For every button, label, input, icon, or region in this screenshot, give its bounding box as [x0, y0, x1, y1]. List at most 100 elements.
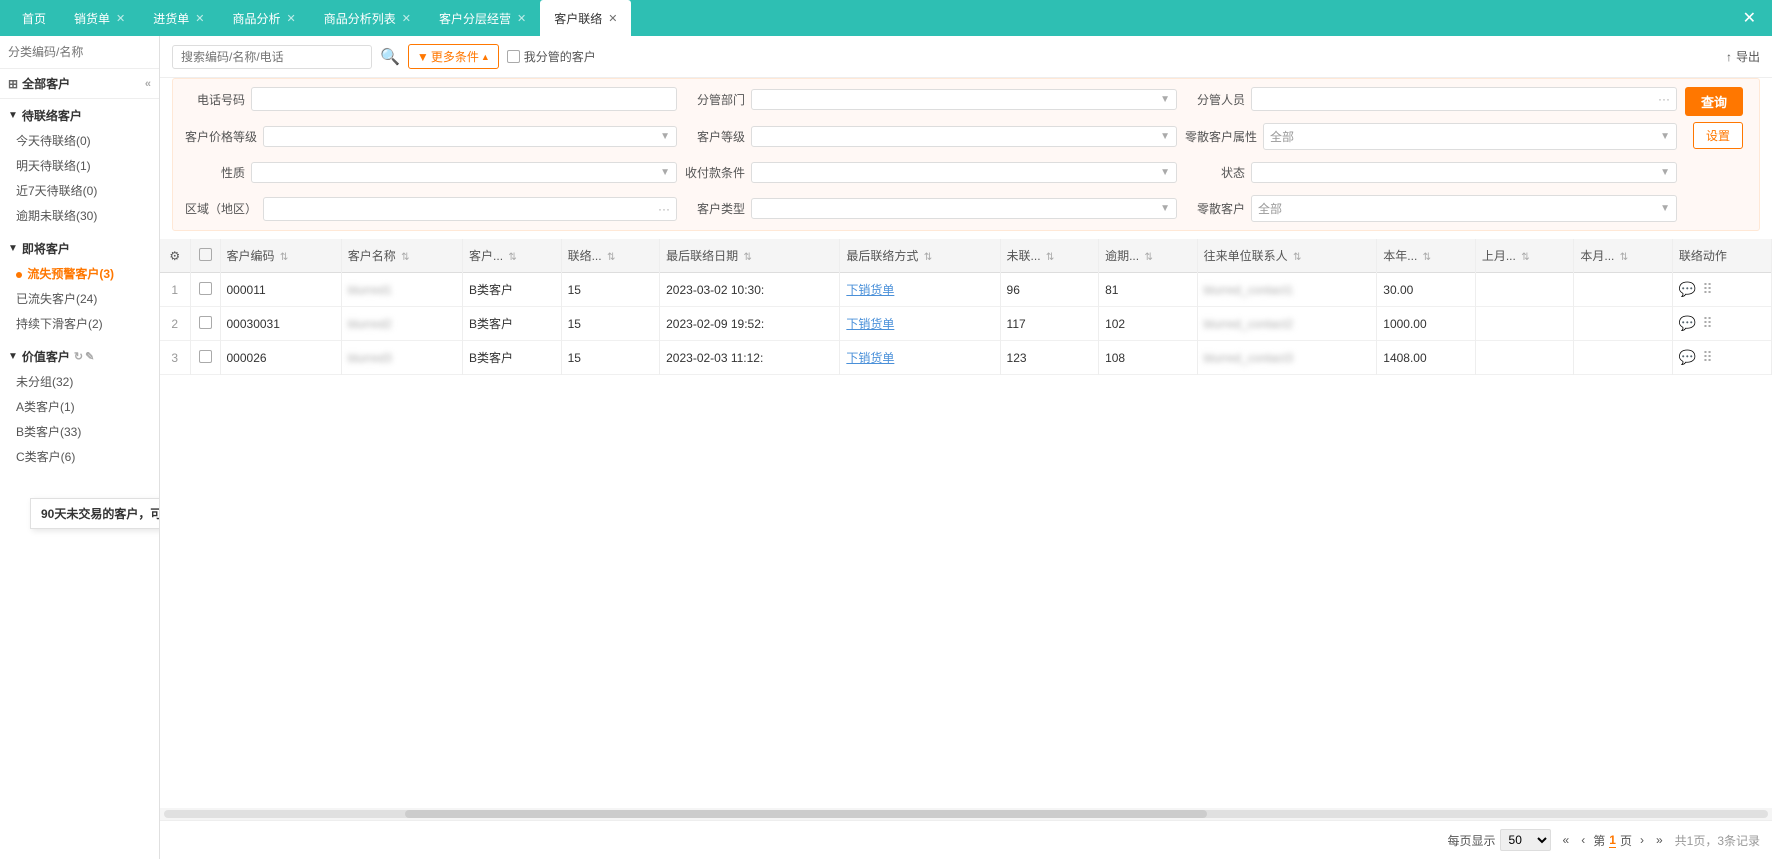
th-name[interactable]: 客户名称 ⇅	[341, 239, 462, 273]
tab-sales[interactable]: 销货单 ✕	[60, 0, 139, 36]
more-conditions-button[interactable]: ▼ 更多条件 ▲	[408, 44, 499, 69]
th-overdue[interactable]: 逾期... ⇅	[1099, 239, 1198, 273]
th-code[interactable]: 客户编码 ⇅	[220, 239, 341, 273]
th-last-contact-way[interactable]: 最后联络方式 ⇅	[840, 239, 1000, 273]
filter-row-3: 性质 ▼ 收付款条件 ▼	[185, 162, 1677, 183]
sidebar-item-class-c[interactable]: C类客户(6)	[0, 444, 159, 469]
sidebar-group-lost-header[interactable]: ▼ 即将客户	[0, 236, 159, 261]
row-checkbox-2[interactable]	[190, 341, 220, 375]
all-customers-header[interactable]: ⊞ 全部客户 «	[0, 69, 159, 99]
tab-customer-contact[interactable]: 客户联络 ✕	[540, 0, 631, 36]
sidebar-item-week[interactable]: 近7天待联络(0)	[0, 178, 159, 203]
first-page-button[interactable]: «	[1559, 831, 1574, 849]
tab-customer-tier[interactable]: 客户分层经营 ✕	[425, 0, 540, 36]
tab-purchase[interactable]: 进货单 ✕	[139, 0, 218, 36]
purchase-tab-close[interactable]: ✕	[195, 12, 204, 25]
value-group-label: 价值客户	[22, 348, 70, 365]
cust-tier-select[interactable]: ▼	[751, 126, 1177, 147]
assignee-select[interactable]: ···	[1251, 87, 1677, 111]
sidebar-search-input[interactable]	[8, 45, 160, 59]
th-last-month[interactable]: 上月... ⇅	[1475, 239, 1574, 273]
sidebar-item-overdue[interactable]: 逾期未联络(30)	[0, 203, 159, 228]
th-unit-contact[interactable]: 往来单位联系人 ⇅	[1197, 239, 1377, 273]
th-cust-level[interactable]: 客户... ⇅	[463, 239, 562, 273]
header-checkbox[interactable]	[199, 248, 212, 261]
customer-tier-tab-close[interactable]: ✕	[517, 12, 526, 25]
sidebar-item-today[interactable]: 今天待联络(0)	[0, 128, 159, 153]
row-last-contact-date-1: 2023-02-09 19:52:	[660, 307, 840, 341]
global-close-button[interactable]: ✕	[1735, 8, 1764, 28]
payment-select[interactable]: ▼	[751, 162, 1177, 183]
settings-button[interactable]: 设置	[1693, 122, 1743, 149]
tab-home[interactable]: 首页	[8, 0, 60, 36]
scrollbar-thumb[interactable]	[405, 810, 1207, 818]
row-checkbox-0[interactable]	[190, 273, 220, 307]
sidebar-item-class-b[interactable]: B类客户(33)	[0, 419, 159, 444]
action-chat-icon-1[interactable]: 💬	[1679, 315, 1696, 332]
sidebar-group-pending-header[interactable]: ▼ 待联络客户	[0, 103, 159, 128]
class-c-label: C类客户(6)	[16, 450, 75, 464]
row-checkbox-1[interactable]	[190, 307, 220, 341]
collapse-arrows-icon[interactable]: «	[145, 78, 151, 90]
th-last-contact-date[interactable]: 最后联络日期 ⇅	[660, 239, 840, 273]
row-action-1: 💬 ⠿	[1672, 307, 1771, 341]
price-tier-select[interactable]: ▼	[263, 126, 677, 147]
tab-analysis-list[interactable]: 商品分析列表 ✕	[310, 0, 425, 36]
my-customers-checkbox[interactable]	[507, 50, 520, 63]
nature-select[interactable]: ▼	[251, 162, 677, 183]
sidebar-item-ungroup[interactable]: 未分组(32)	[0, 369, 159, 394]
sidebar-group-value-header[interactable]: ▼ 价值客户 ↻ ✎	[0, 344, 159, 369]
sidebar-item-class-a[interactable]: A类客户(1)	[0, 394, 159, 419]
horizontal-scrollbar[interactable]	[160, 808, 1772, 820]
sidebar-item-churn-risk[interactable]: 流失预警客户(3) 90天未交易的客户，可能有流失风险。	[0, 261, 159, 286]
zero-cust-select[interactable]: 全部 ▼	[1251, 195, 1677, 222]
filter-buttons: 查询 设置	[1685, 87, 1747, 149]
value-refresh-icon[interactable]: ↻	[74, 350, 83, 363]
last-page-button[interactable]: »	[1652, 831, 1667, 849]
next-page-button[interactable]: ›	[1636, 831, 1648, 849]
region-select[interactable]: ···	[263, 197, 677, 221]
sales-tab-close[interactable]: ✕	[116, 12, 125, 25]
search-button[interactable]: 🔍	[380, 47, 400, 67]
total-info: 共1页，3条记录	[1675, 832, 1760, 849]
query-button[interactable]: 查询	[1685, 87, 1743, 116]
tab-analysis[interactable]: 商品分析 ✕	[218, 0, 309, 36]
status-select[interactable]: ▼	[1251, 162, 1677, 183]
th-contact[interactable]: 联络... ⇅	[561, 239, 660, 273]
my-customers-toggle[interactable]: 我分管的客户	[507, 48, 596, 65]
row-last-contact-way-0[interactable]: 下销货单	[840, 273, 1000, 307]
action-chat-icon-2[interactable]: 💬	[1679, 349, 1696, 366]
th-this-month[interactable]: 本月... ⇅	[1574, 239, 1673, 273]
analysis-list-tab-close[interactable]: ✕	[402, 12, 411, 25]
th-no-contact[interactable]: 未联... ⇅	[1000, 239, 1099, 273]
th-this-year[interactable]: 本年... ⇅	[1377, 239, 1476, 273]
analysis-tab-close[interactable]: ✕	[287, 12, 296, 25]
value-edit-icon[interactable]: ✎	[85, 350, 94, 363]
th-action-label: 联络动作	[1679, 249, 1727, 263]
cust-type-select[interactable]: ▼	[751, 198, 1177, 219]
action-more-icon-2[interactable]: ⠿	[1702, 349, 1712, 366]
dept-select[interactable]: ▼	[751, 89, 1177, 110]
phone-input[interactable]	[251, 87, 677, 111]
row-last-contact-way-2[interactable]: 下销货单	[840, 341, 1000, 375]
row-last-contact-way-1[interactable]: 下销货单	[840, 307, 1000, 341]
zero-attr-select[interactable]: 全部 ▼	[1263, 123, 1677, 150]
action-more-icon-1[interactable]: ⠿	[1702, 315, 1712, 332]
overdue-label: 逾期未联络(30)	[16, 209, 97, 223]
search-input[interactable]	[172, 45, 372, 69]
sidebar-item-already-lost[interactable]: 已流失客户(24)	[0, 286, 159, 311]
page-label-before: 第	[1593, 832, 1605, 849]
region-dots[interactable]: ···	[658, 202, 670, 216]
action-more-icon-0[interactable]: ⠿	[1702, 281, 1712, 298]
per-page-select[interactable]: 50 100 200	[1500, 829, 1551, 851]
sidebar-item-holding[interactable]: 持续下滑客户(2)	[0, 311, 159, 336]
th-settings[interactable]: ⚙	[160, 239, 190, 273]
per-page-label: 每页显示	[1448, 832, 1496, 849]
sidebar-item-tomorrow[interactable]: 明天待联络(1)	[0, 153, 159, 178]
customer-contact-tab-close[interactable]: ✕	[608, 12, 617, 25]
already-lost-label: 已流失客户(24)	[16, 292, 97, 306]
export-button[interactable]: ↑ 导出	[1726, 48, 1760, 65]
assignee-dots[interactable]: ···	[1658, 92, 1670, 106]
prev-page-button[interactable]: ‹	[1577, 831, 1589, 849]
action-chat-icon-0[interactable]: 💬	[1679, 281, 1696, 298]
